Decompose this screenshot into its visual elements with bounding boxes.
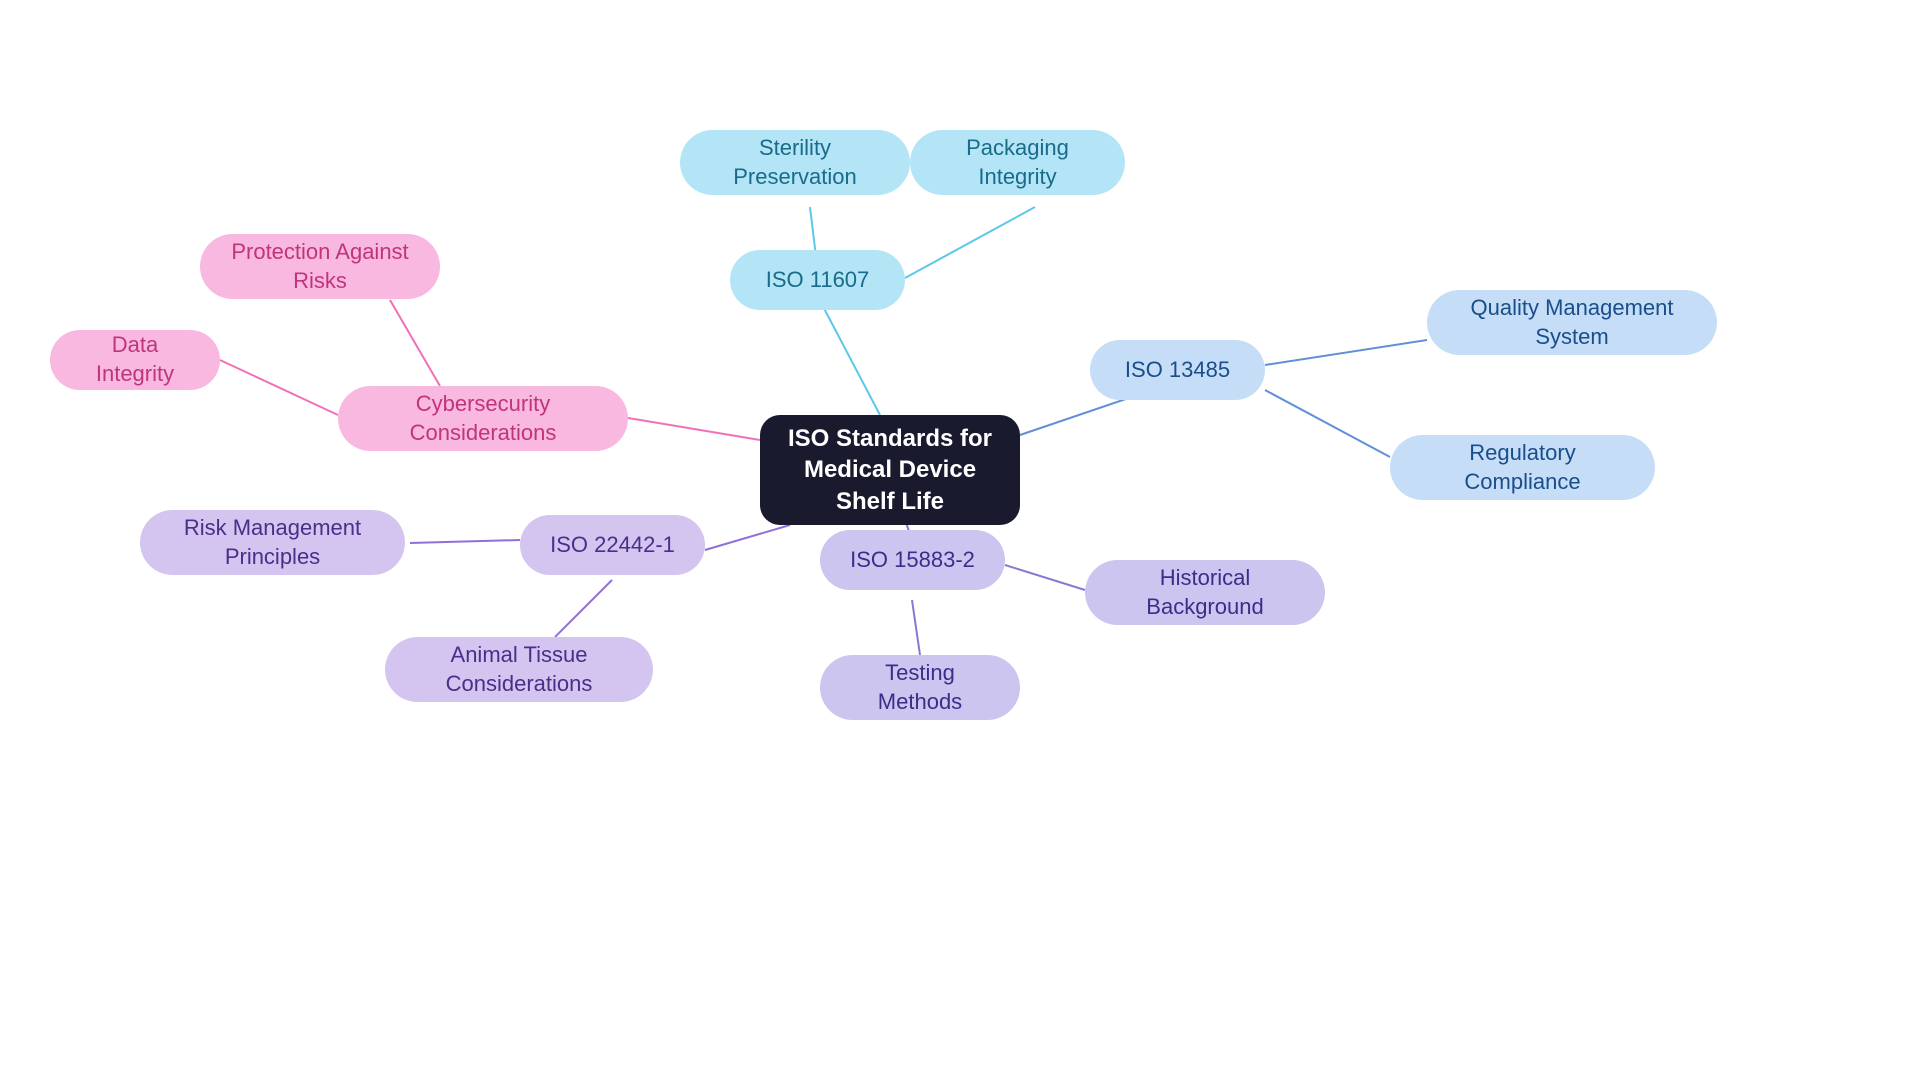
iso11607-node: ISO 11607	[730, 250, 905, 310]
center-node: ISO Standards for Medical Device Shelf L…	[760, 415, 1020, 525]
protection-node: Protection Against Risks	[200, 234, 440, 299]
cybersecurity-node: Cybersecurity Considerations	[338, 386, 628, 451]
data-integrity-node: Data Integrity	[50, 330, 220, 390]
testing-node: Testing Methods	[820, 655, 1020, 720]
packaging-node: Packaging Integrity	[910, 130, 1125, 195]
animal-tissue-node: Animal Tissue Considerations	[385, 637, 653, 702]
iso13485-node: ISO 13485	[1090, 340, 1265, 400]
qms-node: Quality Management System	[1427, 290, 1717, 355]
iso22442-node: ISO 22442-1	[520, 515, 705, 575]
risk-management-node: Risk Management Principles	[140, 510, 405, 575]
historical-node: Historical Background	[1085, 560, 1325, 625]
iso15883-node: ISO 15883-2	[820, 530, 1005, 590]
sterility-node: Sterility Preservation	[680, 130, 910, 195]
regulatory-node: Regulatory Compliance	[1390, 435, 1655, 500]
